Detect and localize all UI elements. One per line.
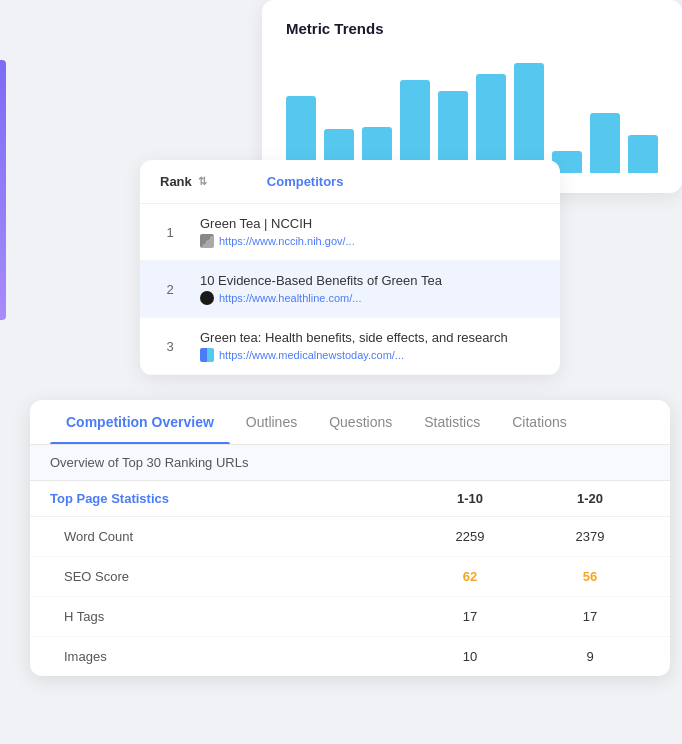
competitor-info-2: 10 Evidence-Based Benefits of Green Tea … (200, 273, 540, 305)
competitor-info-1: Green Tea | NCCIH https://www.nccih.nih.… (200, 216, 540, 248)
stats-header-col2: 1-20 (530, 491, 650, 506)
stats-header-col1: 1-10 (410, 491, 530, 506)
competition-overview-card: Competition Overview Outlines Questions … (30, 400, 670, 676)
tab-competition-overview[interactable]: Competition Overview (50, 400, 230, 444)
stats-row-seo-score: SEO Score 62 56 (30, 557, 670, 597)
competitor-url-row-3: https://www.medicalnewstoday.com/... (200, 348, 540, 362)
rank-number-2: 2 (160, 282, 180, 297)
stats-row-h-tags: H Tags 17 17 (30, 597, 670, 637)
tab-outlines[interactable]: Outlines (230, 400, 313, 444)
stats-table: Top Page Statistics 1-10 1-20 Word Count… (30, 481, 670, 676)
rank-number-3: 3 (160, 339, 180, 354)
competitor-row-2[interactable]: 2 10 Evidence-Based Benefits of Green Te… (140, 261, 560, 318)
stats-val-seo-score-1: 62 (410, 569, 530, 584)
stats-header-row: Top Page Statistics 1-10 1-20 (30, 481, 670, 517)
stats-header-label: Top Page Statistics (50, 491, 410, 506)
competitors-column-header: Competitors (267, 174, 344, 189)
competitor-url-row-2: https://www.healthline.com/... (200, 291, 540, 305)
stats-label-images: Images (50, 649, 410, 664)
stats-val-h-tags-1: 17 (410, 609, 530, 624)
competitor-row-3[interactable]: 3 Green tea: Health benefits, side effec… (140, 318, 560, 375)
accent-bar (0, 60, 6, 320)
competitor-info-3: Green tea: Health benefits, side effects… (200, 330, 540, 362)
competitors-header: Rank ⇅ Competitors (140, 160, 560, 204)
bar-9 (590, 113, 620, 174)
stats-val-seo-score-2: 56 (530, 569, 650, 584)
competitor-name-1: Green Tea | NCCIH (200, 216, 540, 231)
competitor-row-1[interactable]: 1 Green Tea | NCCIH https://www.nccih.ni… (140, 204, 560, 261)
page-wrapper: Metric Trends Rank ⇅ Competitors 1 Gr (0, 0, 682, 744)
competitor-name-2: 10 Evidence-Based Benefits of Green Tea (200, 273, 540, 288)
stats-val-word-count-1: 2259 (410, 529, 530, 544)
bar-6 (476, 74, 506, 173)
competitors-card: Rank ⇅ Competitors 1 Green Tea | NCCIH h… (140, 160, 560, 375)
tab-questions[interactable]: Questions (313, 400, 408, 444)
site-favicon-3 (200, 348, 214, 362)
competitor-url-3[interactable]: https://www.medicalnewstoday.com/... (219, 349, 404, 361)
competitor-url-row-1: https://www.nccih.nih.gov/... (200, 234, 540, 248)
stats-row-images: Images 10 9 (30, 637, 670, 676)
rank-column-header: Rank ⇅ (160, 174, 207, 189)
stats-label-word-count: Word Count (50, 529, 410, 544)
tab-citations[interactable]: Citations (496, 400, 582, 444)
bar-4 (400, 80, 430, 174)
stats-val-word-count-2: 2379 (530, 529, 650, 544)
site-favicon-1 (200, 234, 214, 248)
stats-val-h-tags-2: 17 (530, 609, 650, 624)
competitor-name-3: Green tea: Health benefits, side effects… (200, 330, 540, 345)
stats-label-h-tags: H Tags (50, 609, 410, 624)
bar-10 (628, 135, 658, 174)
overview-subtitle: Overview of Top 30 Ranking URLs (30, 445, 670, 481)
sort-icon[interactable]: ⇅ (198, 175, 207, 188)
stats-val-images-1: 10 (410, 649, 530, 664)
rank-number-1: 1 (160, 225, 180, 240)
metric-trends-title: Metric Trends (286, 20, 658, 37)
stats-row-word-count: Word Count 2259 2379 (30, 517, 670, 557)
stats-val-images-2: 9 (530, 649, 650, 664)
tab-statistics[interactable]: Statistics (408, 400, 496, 444)
bar-chart (286, 53, 658, 173)
competitor-url-2[interactable]: https://www.healthline.com/... (219, 292, 361, 304)
stats-label-seo-score: SEO Score (50, 569, 410, 584)
tabs-row: Competition Overview Outlines Questions … (30, 400, 670, 445)
site-favicon-2 (200, 291, 214, 305)
bar-7 (514, 63, 544, 173)
competitor-url-1[interactable]: https://www.nccih.nih.gov/... (219, 235, 355, 247)
